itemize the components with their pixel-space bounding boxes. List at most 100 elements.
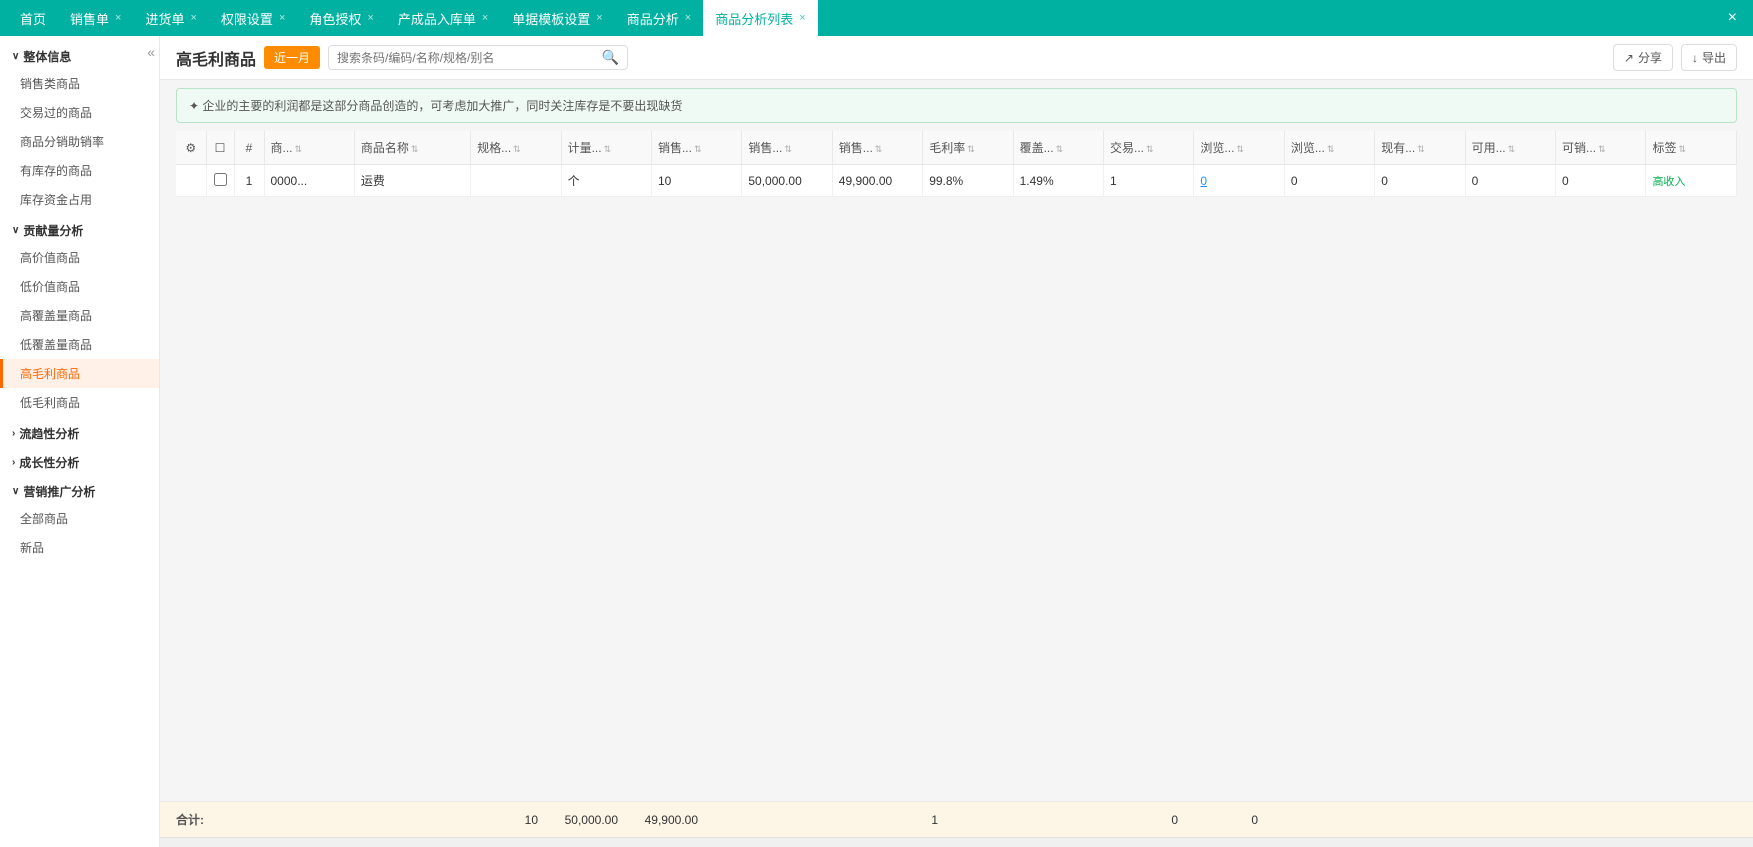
- nav-tab-产成品入库单[interactable]: 产成品入库单×: [386, 0, 500, 36]
- sidebar-group-成长性分析: ›成长性分析: [0, 446, 159, 475]
- sidebar-item-高毛利商品[interactable]: 高毛利商品: [0, 359, 159, 388]
- search-input[interactable]: [337, 51, 602, 65]
- sidebar-item-商品分销助销率[interactable]: 商品分销助销率: [0, 127, 159, 156]
- bottom-scrollbar[interactable]: [160, 837, 1753, 847]
- sort-icon-sales_qty[interactable]: ⇅: [694, 144, 702, 154]
- sort-icon-view2[interactable]: ⇅: [1327, 144, 1335, 154]
- nav-tab-close-角色授权[interactable]: ×: [367, 12, 373, 24]
- sidebar-group-贡献量分析: ∨贡献量分析高价值商品低价值商品高覆盖量商品低覆盖量商品高毛利商品低毛利商品: [0, 214, 159, 417]
- sort-icon-stock_avail[interactable]: ⇅: [1508, 144, 1516, 154]
- sort-icon-sales_amt[interactable]: ⇅: [784, 144, 792, 154]
- col-header-spec[interactable]: 规格...⇅: [471, 131, 561, 165]
- share-button[interactable]: ↗ 分享: [1613, 44, 1673, 71]
- sort-icon-gross_rate[interactable]: ⇅: [967, 144, 975, 154]
- col-header-name[interactable]: 商品名称⇅: [354, 131, 470, 165]
- nav-tab-close-权限设置[interactable]: ×: [279, 12, 285, 24]
- footer-summary: 合计: 10 50,000.00 49,900.00 1 0 0: [160, 801, 1753, 837]
- info-banner: ✦ 企业的主要的利润都是这部分商品创造的，可考虑加大推广，同时关注库存是不要出现…: [176, 88, 1737, 123]
- sidebar-item-高覆盖量商品[interactable]: 高覆盖量商品: [0, 301, 159, 330]
- col-header-code[interactable]: 商...⇅: [264, 131, 354, 165]
- col-header-sales_profit[interactable]: 销售...⇅: [832, 131, 922, 165]
- footer-label: 合计:: [176, 811, 204, 828]
- search-icon[interactable]: 🔍: [602, 49, 619, 66]
- nav-tab-close-商品分析[interactable]: ×: [685, 12, 691, 24]
- col-header-coverage[interactable]: 覆盖...⇅: [1013, 131, 1103, 165]
- sort-icon-view1[interactable]: ⇅: [1236, 144, 1244, 154]
- sidebar-item-低价值商品[interactable]: 低价值商品: [0, 272, 159, 301]
- col-header-sales_qty[interactable]: 销售...⇅: [651, 131, 741, 165]
- col-header-num[interactable]: #: [234, 131, 264, 165]
- nav-tab-权限设置[interactable]: 权限设置×: [209, 0, 297, 36]
- col-header-stock_cur[interactable]: 现有...⇅: [1375, 131, 1465, 165]
- sidebar: « ∨整体信息销售类商品交易过的商品商品分销助销率有库存的商品库存资金占用∨贡献…: [0, 36, 160, 847]
- nav-tab-close-销售单[interactable]: ×: [115, 12, 121, 24]
- filter-recent-month-button[interactable]: 近一月: [264, 46, 320, 69]
- sort-icon-trade_cnt[interactable]: ⇅: [1146, 144, 1154, 154]
- content-header: 高毛利商品 近一月 🔍 ↗ 分享 ↓ 导出: [160, 36, 1753, 80]
- sidebar-group-title-营销推广分析[interactable]: ∨ 营销推广分析: [0, 475, 159, 504]
- cell-stock_cur: 0: [1375, 165, 1465, 197]
- sidebar-group-title-成长性分析[interactable]: ›成长性分析: [0, 446, 159, 475]
- main-layout: « ∨整体信息销售类商品交易过的商品商品分销助销率有库存的商品库存资金占用∨贡献…: [0, 36, 1753, 847]
- nav-tab-close-进货单[interactable]: ×: [190, 12, 196, 24]
- cell-coverage: 1.49%: [1013, 165, 1103, 197]
- cell-sales_profit: 49,900.00: [832, 165, 922, 197]
- cell-view1-link[interactable]: 0: [1200, 174, 1207, 188]
- sort-icon-tag[interactable]: ⇅: [1678, 144, 1686, 154]
- footer-stock-avail: 0: [1184, 813, 1264, 827]
- col-header-settings[interactable]: ⚙: [176, 131, 206, 165]
- sort-icon-code[interactable]: ⇅: [295, 144, 303, 154]
- sidebar-group-流趋性分析: ›流趋性分析: [0, 417, 159, 446]
- col-header-stock_sale[interactable]: 可销...⇅: [1556, 131, 1646, 165]
- sidebar-group-title-整体信息[interactable]: ∨整体信息: [0, 40, 159, 69]
- sidebar-group-label-营销推广分析: 营销推广分析: [23, 483, 95, 500]
- sort-icon-stock_cur[interactable]: ⇅: [1417, 144, 1425, 154]
- sidebar-item-低毛利商品[interactable]: 低毛利商品: [0, 388, 159, 417]
- info-text: ✦ 企业的主要的利润都是这部分商品创造的，可考虑加大推广，同时关注库存是不要出现…: [189, 97, 682, 114]
- col-header-view2[interactable]: 浏览...⇅: [1284, 131, 1374, 165]
- sidebar-group-arrow-营销推广分析: ∨: [12, 486, 19, 497]
- cell-checkbox[interactable]: [206, 165, 234, 197]
- sidebar-item-低覆盖量商品[interactable]: 低覆盖量商品: [0, 330, 159, 359]
- close-all-button[interactable]: ×: [1720, 9, 1745, 27]
- nav-tab-进货单[interactable]: 进货单×: [133, 0, 208, 36]
- sidebar-group-title-贡献量分析[interactable]: ∨贡献量分析: [0, 214, 159, 243]
- sidebar-group-arrow-整体信息: ∨: [12, 51, 19, 62]
- sort-icon-unit[interactable]: ⇅: [604, 144, 612, 154]
- sidebar-item-高价值商品[interactable]: 高价值商品: [0, 243, 159, 272]
- sidebar-item-全部商品[interactable]: 全部商品: [0, 504, 159, 533]
- col-header-gross_rate[interactable]: 毛利率⇅: [923, 131, 1013, 165]
- export-icon: ↓: [1692, 51, 1698, 65]
- sort-icon-name[interactable]: ⇅: [411, 144, 419, 154]
- sidebar-item-库存资金占用[interactable]: 库存资金占用: [0, 185, 159, 214]
- sidebar-item-销售类商品[interactable]: 销售类商品: [0, 69, 159, 98]
- col-header-stock_avail[interactable]: 可用...⇅: [1465, 131, 1555, 165]
- sidebar-item-交易过的商品[interactable]: 交易过的商品: [0, 98, 159, 127]
- col-header-view1[interactable]: 浏览...⇅: [1194, 131, 1284, 165]
- export-button[interactable]: ↓ 导出: [1681, 44, 1737, 71]
- nav-tab-商品分析列表[interactable]: 商品分析列表×: [703, 0, 817, 36]
- sidebar-item-新品[interactable]: 新品: [0, 533, 159, 562]
- sort-icon-spec[interactable]: ⇅: [513, 144, 521, 154]
- sort-icon-coverage[interactable]: ⇅: [1056, 144, 1064, 154]
- nav-tab-商品分析[interactable]: 商品分析×: [615, 0, 703, 36]
- sidebar-group-title-流趋性分析[interactable]: ›流趋性分析: [0, 417, 159, 446]
- cell-settings[interactable]: [176, 165, 206, 197]
- nav-tab-close-单据模板设置[interactable]: ×: [596, 12, 602, 24]
- sort-icon-stock_sale[interactable]: ⇅: [1598, 144, 1606, 154]
- nav-tab-角色授权[interactable]: 角色授权×: [297, 0, 385, 36]
- col-header-trade_cnt[interactable]: 交易...⇅: [1104, 131, 1194, 165]
- nav-tab-close-商品分析列表[interactable]: ×: [799, 12, 805, 24]
- col-header-checkbox[interactable]: ☐: [206, 131, 234, 165]
- sidebar-collapse-button[interactable]: «: [147, 44, 155, 60]
- sidebar-item-有库存的商品[interactable]: 有库存的商品: [0, 156, 159, 185]
- sort-icon-sales_profit[interactable]: ⇅: [875, 144, 883, 154]
- nav-tab-销售单[interactable]: 销售单×: [58, 0, 133, 36]
- nav-tab-单据模板设置[interactable]: 单据模板设置×: [500, 0, 614, 36]
- nav-tab-close-产成品入库单[interactable]: ×: [482, 12, 488, 24]
- nav-tab-首页[interactable]: 首页: [8, 0, 58, 36]
- table-container[interactable]: ⚙☐#商...⇅商品名称⇅规格...⇅计量...⇅销售...⇅销售...⇅销售.…: [176, 131, 1737, 801]
- col-header-unit[interactable]: 计量...⇅: [561, 131, 651, 165]
- col-header-tag[interactable]: 标签⇅: [1646, 131, 1737, 165]
- col-header-sales_amt[interactable]: 销售...⇅: [742, 131, 832, 165]
